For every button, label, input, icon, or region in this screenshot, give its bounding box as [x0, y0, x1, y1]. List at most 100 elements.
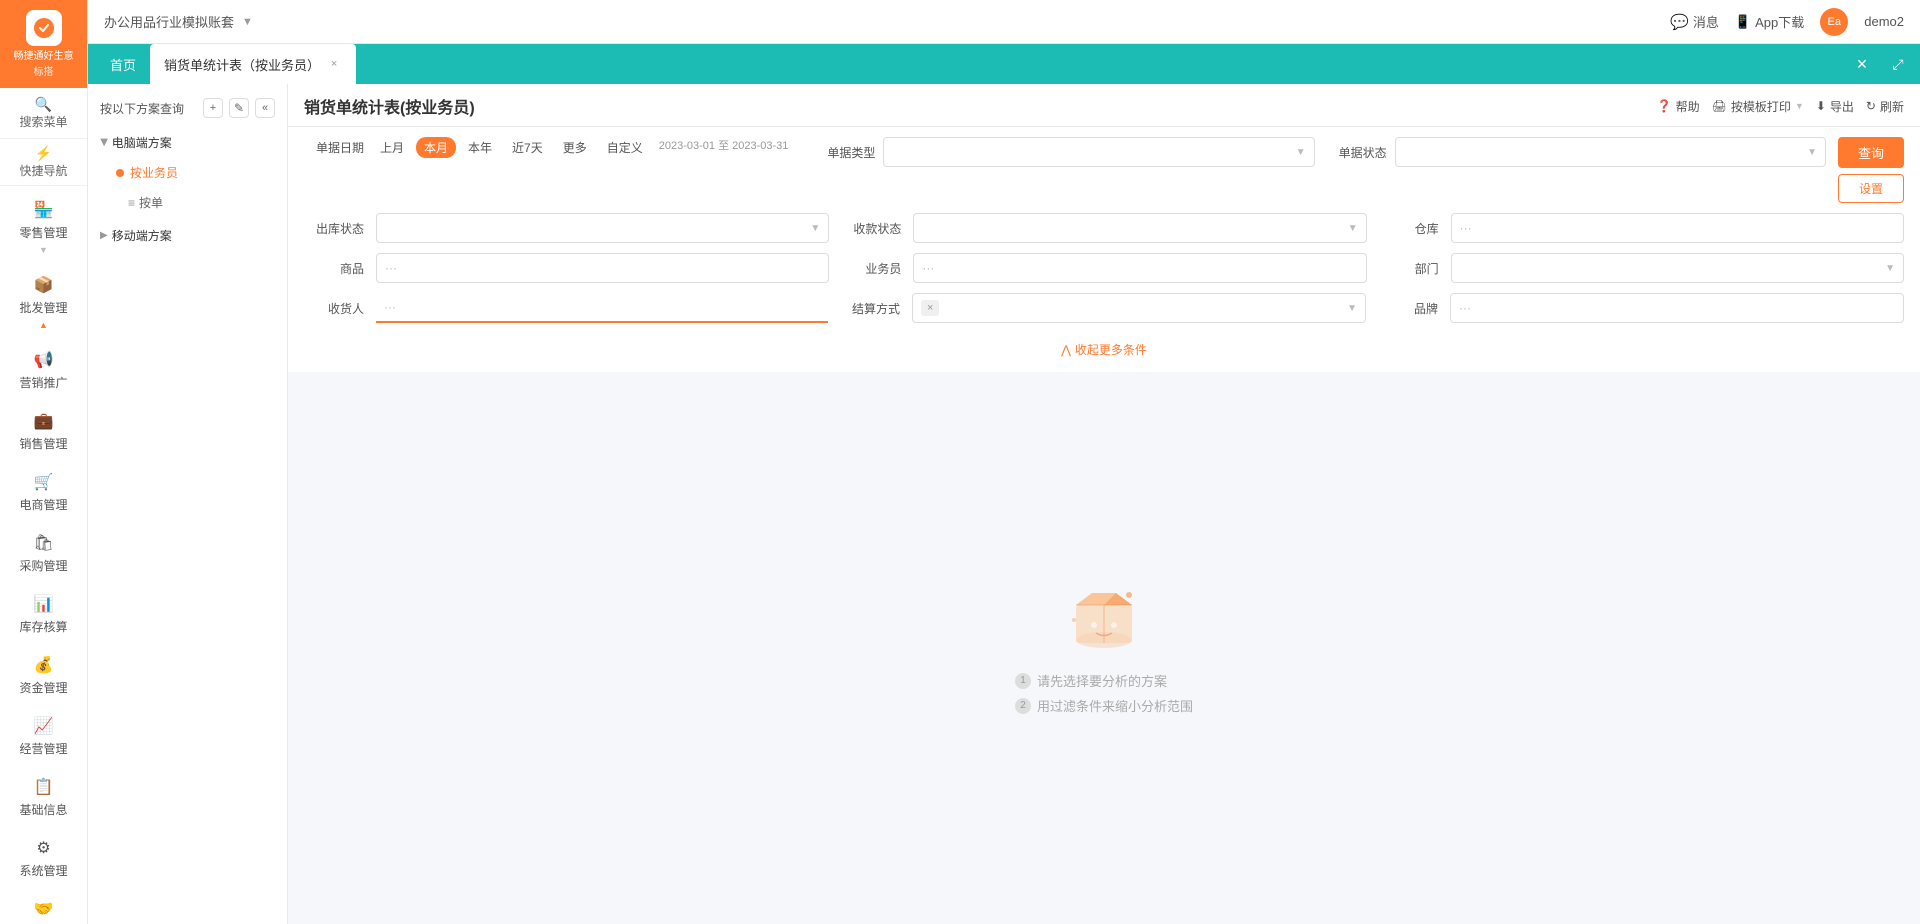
- doc-status-input[interactable]: ▼: [1395, 137, 1826, 167]
- tab-sales-stats[interactable]: 销货单统计表（按业务员） ×: [150, 44, 356, 84]
- page-title-row: 销货单统计表(按业务员) ❓ 帮助 🖨 按模板打印 ▼ ⬇: [304, 94, 1904, 118]
- refresh-icon: ↻: [1866, 99, 1876, 113]
- sidebar-item-corp[interactable]: 🤝 企业协同: [0, 889, 87, 924]
- search-menu[interactable]: 🔍 搜索菜单: [0, 88, 87, 139]
- edit-scheme-btn[interactable]: ✎: [229, 98, 249, 118]
- right-panel: 销货单统计表(按业务员) ❓ 帮助 🖨 按模板打印 ▼ ⬇: [288, 84, 1920, 924]
- sidebar-item-finance[interactable]: 💰 资金管理: [0, 645, 87, 706]
- help-icon: ❓: [1657, 99, 1672, 113]
- export-btn[interactable]: ⬇ 导出: [1816, 98, 1854, 115]
- order-scheme-label: 按单: [139, 194, 163, 211]
- ecommerce-icon: 🛒: [34, 472, 54, 492]
- collapse-panel-btn[interactable]: «: [255, 98, 275, 118]
- settlement-tag-close[interactable]: ×: [927, 302, 933, 314]
- doc-type-input[interactable]: ▼: [883, 137, 1314, 167]
- sidebar: 畅捷通好生意 标搭 🔍 搜索菜单 ⚡ 快捷导航 🏪 零售管理 ▼ 📦 批发管理 …: [0, 0, 88, 924]
- salesperson-dots: ···: [922, 261, 934, 275]
- salesperson-input[interactable]: ···: [913, 253, 1366, 283]
- tabbar-right: ✕ ⤢: [1848, 50, 1920, 78]
- salesperson-scheme-label: 按业务员: [130, 164, 178, 181]
- empty-hint-2: 2 用过滤条件来缩小分析范围: [1015, 696, 1193, 715]
- date-tab-this-month[interactable]: 本月: [416, 137, 456, 158]
- date-tab-last-month[interactable]: 上月: [372, 137, 412, 158]
- settings-button[interactable]: 设置: [1838, 174, 1904, 203]
- collapse-btn[interactable]: ⋀ 收起更多条件: [1049, 337, 1159, 362]
- settlement-label: 结算方式: [840, 300, 900, 317]
- message-icon: 💬: [1670, 13, 1689, 31]
- refresh-label: 刷新: [1880, 98, 1904, 115]
- scheme-by-order[interactable]: ≡ 按单: [88, 188, 287, 217]
- tab-close-icon[interactable]: ×: [326, 56, 342, 72]
- filter-section: 单据日期 上月 本月 本年 近7天 更多 自定义 2023-03-01 至 20…: [288, 127, 1920, 372]
- date-tab-custom[interactable]: 自定义: [599, 137, 651, 158]
- mobile-scheme-header[interactable]: ▶ 移动端方案: [88, 221, 287, 250]
- consignee-input[interactable]: ···: [376, 293, 828, 323]
- retail-arrow: ▼: [39, 245, 48, 255]
- settlement-input[interactable]: × ▼: [912, 293, 1366, 323]
- collapse-row: ⋀ 收起更多条件: [304, 333, 1904, 362]
- doc-status-label: 单据状态: [1327, 144, 1387, 161]
- tab-close-btn[interactable]: ✕: [1848, 50, 1876, 78]
- app-download-btn[interactable]: 📱 App下载: [1735, 12, 1804, 31]
- sidebar-item-purchase[interactable]: 🛍 采购管理: [0, 523, 87, 584]
- sidebar-item-basic[interactable]: 📋 基础信息: [0, 767, 87, 828]
- left-panel: 按以下方案查询 + ✎ « ▶ 电脑端方案 按业务员 ≡ 按单: [88, 84, 288, 924]
- sales-icon: 💼: [34, 411, 54, 431]
- topbar-right: 💬 消息 📱 App下载 Ea demo2: [1670, 8, 1904, 36]
- query-button[interactable]: 查询: [1838, 137, 1904, 168]
- order-scheme-icon: ≡: [128, 196, 135, 210]
- out-status-input[interactable]: ▼: [376, 213, 829, 243]
- tab-sales-stats-label: 销货单统计表（按业务员）: [164, 55, 320, 74]
- desktop-scheme-arrow: ▶: [98, 139, 109, 147]
- app-logo[interactable]: 畅捷通好生意 标搭: [0, 0, 87, 88]
- sidebar-item-inventory[interactable]: 📊 库存核算: [0, 584, 87, 645]
- system-icon: ⚙: [36, 838, 50, 858]
- quick-nav[interactable]: ⚡ 快捷导航: [0, 139, 87, 186]
- search-menu-label: 搜索菜单: [19, 115, 67, 129]
- out-status-label: 出库状态: [304, 220, 364, 237]
- template-print-btn[interactable]: 🖨 按模板打印 ▼: [1712, 98, 1804, 115]
- sidebar-item-wholesale[interactable]: 📦 批发管理 ▲: [0, 265, 87, 340]
- tab-home[interactable]: 首页: [96, 44, 150, 84]
- scheme-by-salesperson[interactable]: 按业务员: [88, 157, 287, 188]
- left-panel-header: 按以下方案查询 + ✎ «: [88, 92, 287, 124]
- sidebar-item-sales[interactable]: 💼 销售管理: [0, 401, 87, 462]
- sidebar-item-system-label: 系统管理: [19, 862, 67, 879]
- logo-icon: [26, 10, 62, 46]
- hint-num-1: 1: [1015, 673, 1031, 689]
- empty-text: 1 请先选择要分析的方案 2 用过滤条件来缩小分析范围: [1015, 671, 1193, 721]
- sidebar-item-retail[interactable]: 🏪 零售管理 ▼: [0, 190, 87, 265]
- add-scheme-btn[interactable]: +: [203, 98, 223, 118]
- sidebar-item-operation-label: 经营管理: [19, 740, 67, 757]
- sidebar-item-operation[interactable]: 📈 经营管理: [0, 706, 87, 767]
- sidebar-item-marketing[interactable]: 📢 营销推广: [0, 340, 87, 401]
- topbar-left: 办公用品行业模拟账套 ▼: [104, 12, 253, 31]
- sidebar-item-system[interactable]: ⚙ 系统管理: [0, 828, 87, 889]
- goods-input[interactable]: ···: [376, 253, 829, 283]
- user-avatar[interactable]: Ea: [1820, 8, 1848, 36]
- tab-maximize-btn[interactable]: ⤢: [1884, 50, 1912, 78]
- refresh-btn[interactable]: ↻ 刷新: [1866, 98, 1904, 115]
- user-name: demo2: [1864, 14, 1904, 29]
- settlement-tag: ×: [921, 300, 939, 316]
- mobile-scheme-arrow: ▶: [100, 230, 108, 241]
- desktop-scheme-header[interactable]: ▶ 电脑端方案: [88, 128, 287, 157]
- brand-input[interactable]: ···: [1450, 293, 1904, 323]
- basic-icon: 📋: [34, 777, 54, 797]
- help-btn[interactable]: ❓ 帮助: [1657, 98, 1700, 115]
- dept-input[interactable]: ▼: [1451, 253, 1904, 283]
- payment-status-input[interactable]: ▼: [913, 213, 1366, 243]
- avatar-text: Ea: [1828, 16, 1841, 28]
- warehouse-input[interactable]: ···: [1451, 213, 1904, 243]
- sidebar-item-marketing-label: 营销推广: [19, 374, 67, 391]
- message-btn[interactable]: 💬 消息: [1670, 12, 1719, 31]
- sidebar-item-purchase-label: 采购管理: [19, 557, 67, 574]
- date-tab-7days[interactable]: 近7天: [504, 137, 551, 158]
- hint-text-1: 请先选择要分析的方案: [1037, 671, 1167, 690]
- workspace-dropdown-arrow[interactable]: ▼: [242, 16, 253, 28]
- filter-row-2: 出库状态 ▼ 收款状态 ▼ 仓库 ···: [304, 213, 1904, 243]
- message-label: 消息: [1693, 12, 1719, 31]
- sidebar-item-ecommerce[interactable]: 🛒 电商管理: [0, 462, 87, 523]
- date-tab-more[interactable]: 更多: [555, 137, 595, 158]
- date-tab-this-year[interactable]: 本年: [460, 137, 500, 158]
